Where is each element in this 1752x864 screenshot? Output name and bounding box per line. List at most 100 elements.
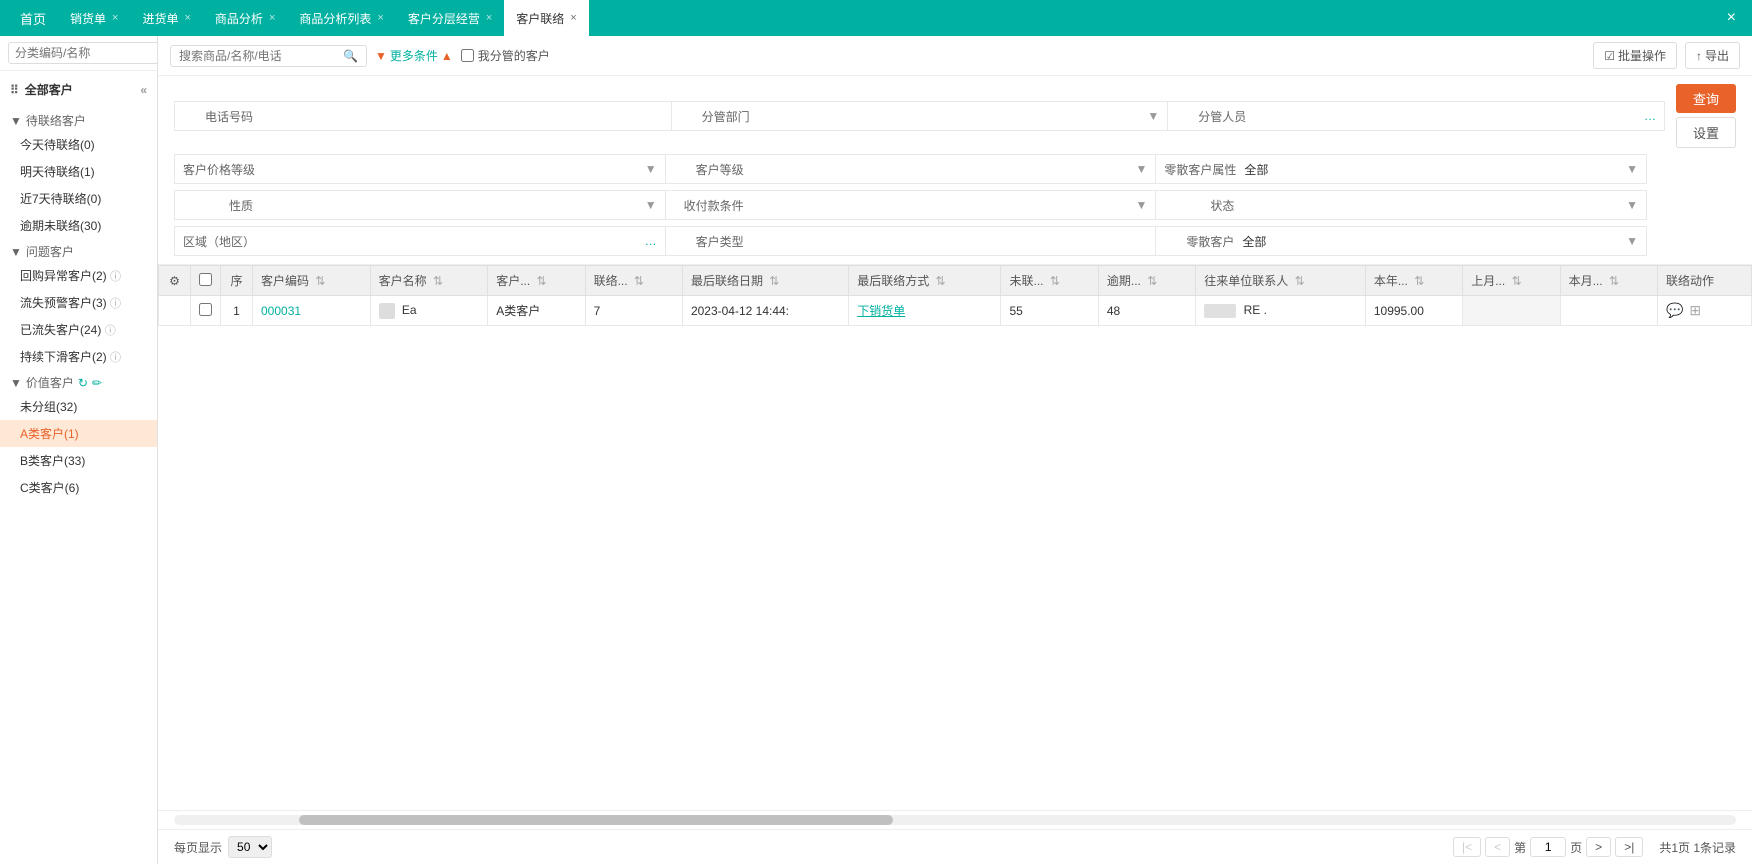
- sidebar-all-customers[interactable]: ⠿ 全部客户 «: [0, 75, 157, 104]
- nav-tab-purchase[interactable]: 进货单 ×: [130, 0, 202, 36]
- close-tab-analysis-list[interactable]: ×: [377, 12, 383, 24]
- per-page-select[interactable]: 50: [228, 836, 272, 858]
- filter-more-btn[interactable]: ▼ 更多条件 ▲: [375, 47, 453, 64]
- top-nav: 首页 销货单 × 进货单 × 商品分析 × 商品分析列表 × 客户分层经营 × …: [0, 0, 1752, 36]
- filter-bar: 🔍 ▼ 更多条件 ▲ 我分管的客户 ☑ 批量操作 ↑ 导出: [158, 36, 1752, 76]
- filter-status: 状态 ▼: [1155, 190, 1647, 220]
- col-gear[interactable]: ⚙: [159, 266, 191, 296]
- sidebar-item-7days[interactable]: 近7天待联络(0): [0, 185, 157, 212]
- sidebar-item-c-class[interactable]: C类客户(6): [0, 474, 157, 501]
- nav-tab-sales[interactable]: 销货单 ×: [58, 0, 130, 36]
- nav-tab-analysis-list[interactable]: 商品分析列表 ×: [287, 0, 395, 36]
- col-this-month[interactable]: 本月... ⇅: [1560, 266, 1657, 296]
- filter-person-dots[interactable]: …: [1644, 109, 1656, 123]
- batch-operation-btn[interactable]: ☑ 批量操作: [1593, 42, 1677, 69]
- row-last-month: [1463, 296, 1560, 326]
- filter-search-input[interactable]: [179, 49, 339, 63]
- advanced-filter: 电话号码 分管部门 ▼ 分管人员 …: [158, 76, 1752, 265]
- row-contact-count: 7: [585, 296, 682, 326]
- col-overdue[interactable]: 逾期... ⇅: [1098, 266, 1195, 296]
- prev-page-btn[interactable]: <: [1485, 837, 1510, 857]
- col-no-contact[interactable]: 未联... ⇅: [1001, 266, 1098, 296]
- nav-home[interactable]: 首页: [8, 9, 58, 28]
- col-last-method[interactable]: 最后联络方式 ⇅: [849, 266, 1001, 296]
- col-last-date[interactable]: 最后联络日期 ⇅: [682, 266, 848, 296]
- filter-nature: 性质 ▼: [174, 190, 666, 220]
- scrollbar-thumb[interactable]: [299, 815, 893, 825]
- nav-tab-analysis[interactable]: 商品分析 ×: [203, 0, 287, 36]
- col-checkbox: [191, 266, 221, 296]
- close-tab-customer-contact[interactable]: ×: [570, 12, 576, 24]
- filter-nature-select[interactable]: ▼: [261, 198, 657, 212]
- nav-tab-customer-tier[interactable]: 客户分层经营 ×: [396, 0, 504, 36]
- close-tab-analysis[interactable]: ×: [269, 12, 275, 24]
- filter-price-level-select[interactable]: ▼: [263, 162, 657, 176]
- col-code[interactable]: 客户编码 ⇅: [253, 266, 371, 296]
- filter-scatter-attr: 零散客户属性 全部 ▼: [1155, 154, 1647, 184]
- customer-table: ⚙ 序 客户编码 ⇅ 客户名称 ⇅ 客户... ⇅ 联络... ⇅ 最后联络日期…: [158, 265, 1752, 326]
- sidebar-item-declining[interactable]: 持续下滑客户(2) ⓘ: [0, 343, 157, 370]
- sidebar-collapse-icon[interactable]: «: [140, 83, 147, 97]
- close-tab-purchase[interactable]: ×: [184, 12, 190, 24]
- close-tab-sales[interactable]: ×: [112, 12, 118, 24]
- row-avatar: [379, 303, 395, 319]
- query-btn[interactable]: 查询: [1676, 84, 1736, 113]
- filter-dept-select[interactable]: ▼: [758, 109, 1160, 123]
- col-name[interactable]: 客户名称 ⇅: [370, 266, 488, 296]
- filter-person-input[interactable]: …: [1254, 109, 1656, 123]
- scrollbar-track: [174, 815, 1736, 825]
- sidebar-group-arrow3: ▼: [10, 376, 22, 390]
- col-contact-count[interactable]: 联络... ⇅: [585, 266, 682, 296]
- filter-price-level-arrow: ▼: [645, 162, 657, 176]
- col-this-year[interactable]: 本年... ⇅: [1365, 266, 1462, 296]
- filter-payment-select[interactable]: ▼: [752, 198, 1148, 212]
- last-page-btn[interactable]: >|: [1615, 837, 1643, 857]
- first-page-btn[interactable]: |<: [1453, 837, 1481, 857]
- window-close-button[interactable]: ×: [1719, 9, 1744, 27]
- row-last-date: 2023-04-12 14:44:: [682, 296, 848, 326]
- filter-status-select[interactable]: ▼: [1242, 198, 1638, 212]
- col-last-month[interactable]: 上月... ⇅: [1463, 266, 1560, 296]
- filter-scatter-customer-select[interactable]: 全部 ▼: [1242, 233, 1638, 250]
- sidebar-item-b-class[interactable]: B类客户(33): [0, 447, 157, 474]
- page-number-input[interactable]: [1530, 837, 1566, 857]
- filter-search-icon[interactable]: 🔍: [343, 49, 358, 63]
- sidebar-item-repurchase-abnormal[interactable]: 回购异常客户(2) ⓘ: [0, 262, 157, 289]
- action-chat-icon[interactable]: 💬: [1666, 302, 1683, 319]
- sidebar-item-tomorrow[interactable]: 明天待联络(1): [0, 158, 157, 185]
- sidebar-search-input[interactable]: [8, 42, 158, 64]
- col-type[interactable]: 客户... ⇅: [488, 266, 585, 296]
- filter-customer-level-select[interactable]: ▼: [752, 162, 1148, 176]
- row-code[interactable]: 000031: [253, 296, 371, 326]
- close-tab-customer-tier[interactable]: ×: [486, 12, 492, 24]
- settings-btn[interactable]: 设置: [1676, 117, 1736, 148]
- export-btn[interactable]: ↑ 导出: [1685, 42, 1740, 69]
- filter-scatter-attr-select[interactable]: 全部 ▼: [1244, 161, 1638, 178]
- value-edit-icon[interactable]: ✏: [92, 376, 102, 390]
- next-page-btn[interactable]: >: [1586, 837, 1611, 857]
- row-select-checkbox[interactable]: [199, 303, 212, 316]
- filter-region-input[interactable]: …: [263, 234, 657, 248]
- sidebar-item-overdue[interactable]: 逾期未联络(30): [0, 212, 157, 239]
- value-refresh-icon[interactable]: ↻: [78, 376, 88, 390]
- row-this-year: 10995.00: [1365, 296, 1462, 326]
- sidebar-item-today[interactable]: 今天待联络(0): [0, 131, 157, 158]
- filter-nature-arrow: ▼: [645, 198, 657, 212]
- sidebar-item-unclassified[interactable]: 未分组(32): [0, 393, 157, 420]
- sidebar-item-a-class[interactable]: A类客户(1): [0, 420, 157, 447]
- filter-scatter-customer: 零散客户 全部 ▼: [1155, 226, 1647, 256]
- action-more-icon[interactable]: ⊞: [1689, 302, 1701, 319]
- my-customers-checkbox[interactable]: [461, 49, 474, 62]
- sidebar-item-churned[interactable]: 已流失客户(24) ⓘ: [0, 316, 157, 343]
- select-all-checkbox[interactable]: [199, 273, 212, 286]
- sidebar-item-churn-warning[interactable]: 流失预警客户(3) ⓘ: [0, 289, 157, 316]
- filter-region-dots[interactable]: …: [645, 234, 657, 248]
- col-contact-person[interactable]: 往来单位联系人 ⇅: [1196, 266, 1366, 296]
- sort-method-icon: ⇅: [936, 274, 946, 288]
- footer-page-size: 每页显示 50: [174, 836, 272, 858]
- filter-row-1: 电话号码 分管部门 ▼ 分管人员 …: [174, 84, 1736, 148]
- sort-no-contact-icon: ⇅: [1050, 274, 1060, 288]
- nav-tab-customer-contact[interactable]: 客户联络 ×: [504, 0, 588, 36]
- sort-code-icon: ⇅: [315, 274, 325, 288]
- row-last-method-link[interactable]: 下销货单: [857, 304, 905, 318]
